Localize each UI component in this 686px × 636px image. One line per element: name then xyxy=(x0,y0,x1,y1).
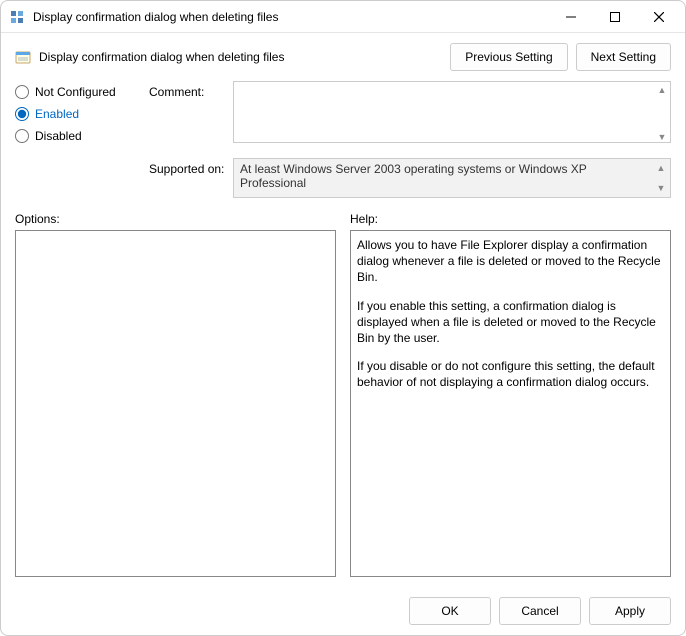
state-radio-group: Not Configured Enabled Disabled xyxy=(15,81,145,146)
supported-on-text: At least Windows Server 2003 operating s… xyxy=(240,162,587,190)
options-section-label: Options: xyxy=(15,212,336,226)
radio-input-not-configured[interactable] xyxy=(15,85,29,99)
help-paragraph: If you enable this setting, a confirmati… xyxy=(357,298,664,347)
minimize-button[interactable] xyxy=(549,2,593,32)
window-title: Display confirmation dialog when deletin… xyxy=(33,10,549,24)
comment-label: Comment: xyxy=(149,81,229,99)
scroll-down-icon: ▼ xyxy=(655,130,669,144)
window-controls xyxy=(549,2,681,32)
radio-label-disabled: Disabled xyxy=(35,129,82,143)
scroll-up-icon: ▲ xyxy=(654,161,668,175)
app-icon xyxy=(9,9,25,25)
options-panel xyxy=(15,230,336,577)
radio-disabled[interactable]: Disabled xyxy=(15,129,145,143)
help-paragraph: Allows you to have File Explorer display… xyxy=(357,237,664,286)
help-section-label: Help: xyxy=(350,212,671,226)
next-setting-button[interactable]: Next Setting xyxy=(576,43,671,71)
scroll-down-icon: ▼ xyxy=(654,181,668,195)
title-bar: Display confirmation dialog when deletin… xyxy=(1,1,685,33)
radio-label-enabled: Enabled xyxy=(35,107,79,121)
close-button[interactable] xyxy=(637,2,681,32)
scroll-up-icon: ▲ xyxy=(655,83,669,97)
policy-icon xyxy=(15,49,31,65)
previous-setting-button[interactable]: Previous Setting xyxy=(450,43,567,71)
supported-on-label: Supported on: xyxy=(149,158,229,198)
dialog-footer: OK Cancel Apply xyxy=(1,587,685,635)
ok-button[interactable]: OK xyxy=(409,597,491,625)
radio-not-configured[interactable]: Not Configured xyxy=(15,85,145,99)
help-paragraph: If you disable or do not configure this … xyxy=(357,358,664,390)
policy-title: Display confirmation dialog when deletin… xyxy=(39,50,450,64)
apply-button[interactable]: Apply xyxy=(589,597,671,625)
policy-header: Display confirmation dialog when deletin… xyxy=(1,33,685,77)
radio-label-not-configured: Not Configured xyxy=(35,85,116,99)
radio-input-enabled[interactable] xyxy=(15,107,29,121)
supported-on-value: At least Windows Server 2003 operating s… xyxy=(233,158,671,198)
comment-input[interactable] xyxy=(233,81,671,143)
cancel-button[interactable]: Cancel xyxy=(499,597,581,625)
help-panel: Allows you to have File Explorer display… xyxy=(350,230,671,577)
radio-enabled[interactable]: Enabled xyxy=(15,107,145,121)
radio-input-disabled[interactable] xyxy=(15,129,29,143)
maximize-button[interactable] xyxy=(593,2,637,32)
